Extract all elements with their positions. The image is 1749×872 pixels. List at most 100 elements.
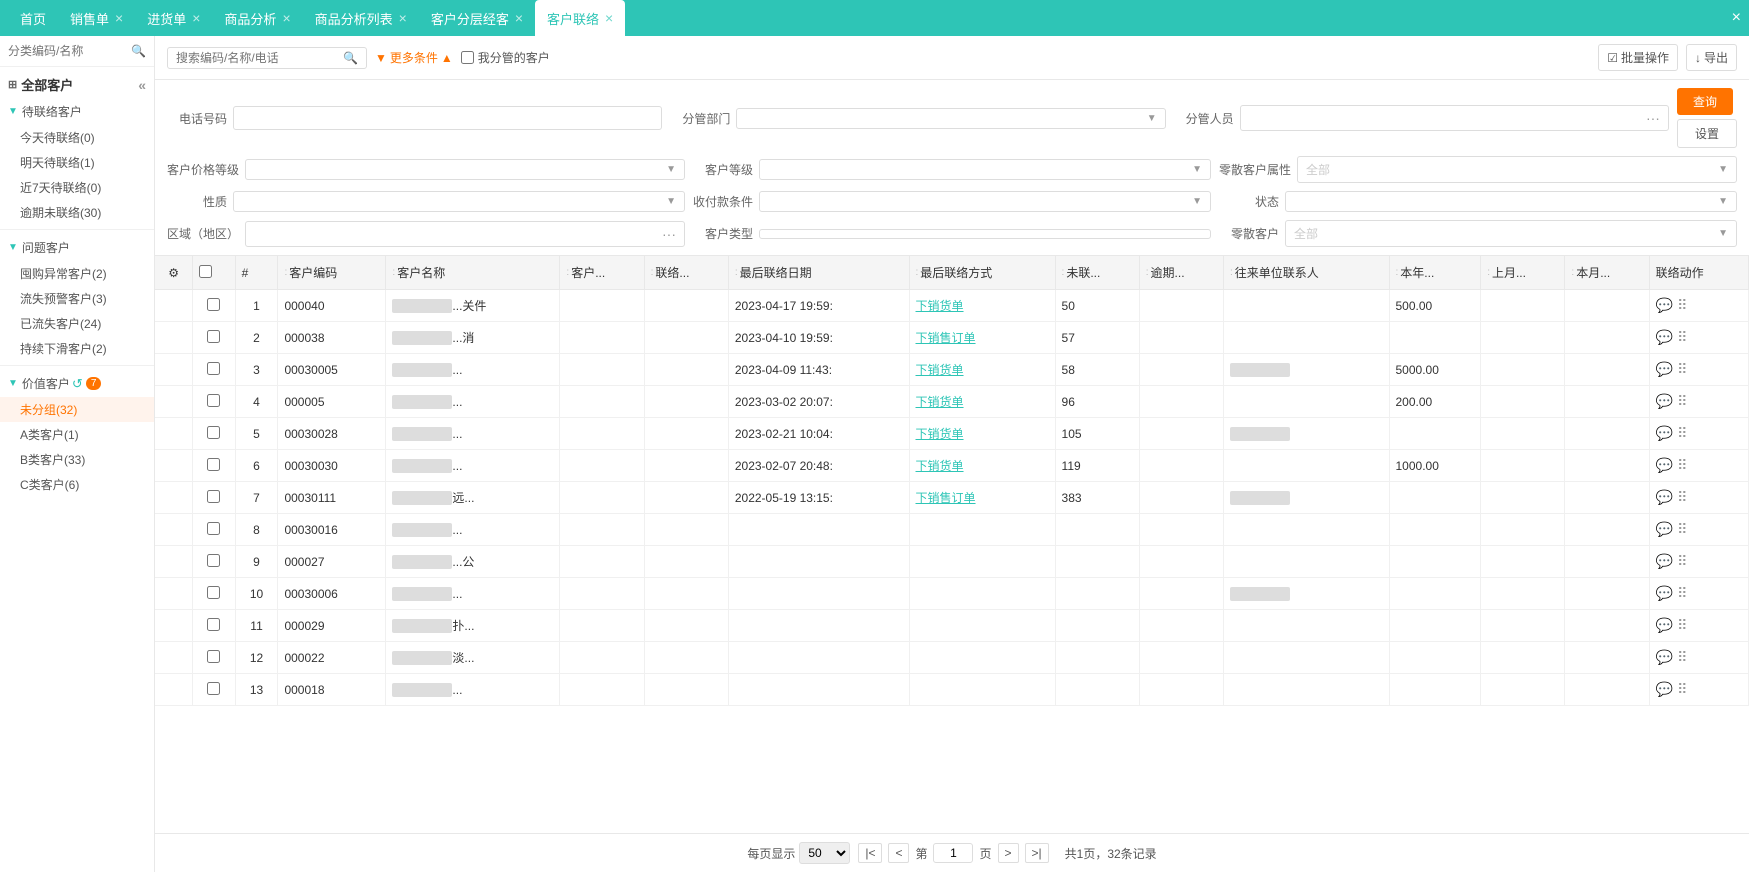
sidebar-item-declining[interactable]: 持续下滑客户(2) [0, 336, 154, 361]
sidebar-item-today[interactable]: 今天待联络(0) [0, 125, 154, 150]
row-last-method[interactable]: 下销售订单 [909, 322, 1055, 354]
tab-home[interactable]: 首页 [8, 0, 58, 36]
tab-product-list-close[interactable]: × [399, 10, 407, 26]
row-select-checkbox[interactable] [207, 394, 220, 407]
sidebar-item-churn-warning[interactable]: 流失预警客户(3) [0, 286, 154, 311]
chat-icon[interactable]: 💬 [1656, 297, 1673, 314]
query-btn[interactable]: 查询 [1677, 88, 1733, 115]
batch-operation-btn[interactable]: ☑ 批量操作 [1598, 44, 1678, 71]
chat-icon[interactable]: 💬 [1656, 521, 1673, 538]
row-last-method[interactable]: 下销售订单 [909, 482, 1055, 514]
tab-customer-segment[interactable]: 客户分层经客 × [419, 0, 535, 36]
prev-page-btn[interactable]: < [888, 843, 909, 863]
row-select-checkbox[interactable] [207, 426, 220, 439]
row-select-checkbox[interactable] [207, 330, 220, 343]
row-select-checkbox[interactable] [207, 586, 220, 599]
sidebar-item-tomorrow[interactable]: 明天待联络(1) [0, 150, 154, 175]
export-btn[interactable]: ↓ 导出 [1686, 44, 1737, 71]
page-size-select[interactable]: 50 100 200 [799, 842, 850, 864]
search-input[interactable] [176, 51, 343, 65]
tab-product-analysis[interactable]: 商品分析 × [212, 0, 302, 36]
tab-sales[interactable]: 销售单 × [58, 0, 135, 36]
first-page-btn[interactable]: |< [858, 843, 882, 863]
chat-icon[interactable]: 💬 [1656, 361, 1673, 378]
row-last-method[interactable]: 下销货单 [909, 418, 1055, 450]
tab-purchase-close[interactable]: × [192, 10, 200, 26]
status-select[interactable]: ▼ [1285, 191, 1737, 212]
retail-attr-select[interactable]: 全部 ▼ [1297, 156, 1737, 183]
chat-icon[interactable]: 💬 [1656, 617, 1673, 634]
row-select-checkbox[interactable] [207, 298, 220, 311]
sidebar-item-class-b[interactable]: B类客户(33) [0, 447, 154, 472]
person-select[interactable]: ··· [1240, 105, 1669, 131]
menu-icon[interactable]: ⠿ [1677, 489, 1687, 506]
chat-icon[interactable]: 💬 [1656, 681, 1673, 698]
row-last-method[interactable]: 下销货单 [909, 450, 1055, 482]
sidebar-search-icon[interactable]: 🔍 [131, 44, 146, 58]
sidebar-item-unclassified[interactable]: 未分组(32) [0, 397, 154, 422]
col-settings[interactable]: ⚙ [155, 256, 193, 290]
row-select-checkbox[interactable] [207, 522, 220, 535]
last-page-btn[interactable]: >| [1025, 843, 1049, 863]
reset-btn[interactable]: 设置 [1677, 119, 1737, 148]
sidebar-item-overdue[interactable]: 逾期未联络(30) [0, 200, 154, 225]
menu-icon[interactable]: ⠿ [1677, 297, 1687, 314]
tab-sales-close[interactable]: × [115, 10, 123, 26]
sidebar-item-class-a[interactable]: A类客户(1) [0, 422, 154, 447]
chat-icon[interactable]: 💬 [1656, 585, 1673, 602]
menu-icon[interactable]: ⠿ [1677, 553, 1687, 570]
value-customers-group[interactable]: ▼ 价值客户 ↺ 7 [0, 370, 154, 397]
chat-icon[interactable]: 💬 [1656, 553, 1673, 570]
row-last-method[interactable]: 下销货单 [909, 290, 1055, 322]
search-icon[interactable]: 🔍 [343, 51, 358, 65]
problem-customers-group[interactable]: ▼ 问题客户 [0, 234, 154, 261]
pending-contact-group[interactable]: ▼ 待联络客户 [0, 98, 154, 125]
menu-icon[interactable]: ⠿ [1677, 521, 1687, 538]
tab-product-list[interactable]: 商品分析列表 × [303, 0, 419, 36]
region-sep[interactable]: ··· [662, 226, 676, 242]
chat-icon[interactable]: 💬 [1656, 425, 1673, 442]
tab-product-analysis-close[interactable]: × [282, 10, 290, 26]
chat-icon[interactable]: 💬 [1656, 393, 1673, 410]
row-last-method[interactable]: 下销货单 [909, 386, 1055, 418]
row-select-checkbox[interactable] [207, 554, 220, 567]
menu-icon[interactable]: ⠿ [1677, 329, 1687, 346]
customer-type-select[interactable] [759, 229, 1211, 239]
close-all-tabs[interactable]: × [1732, 9, 1741, 27]
tab-purchase[interactable]: 进货单 × [135, 0, 212, 36]
row-select-checkbox[interactable] [207, 650, 220, 663]
menu-icon[interactable]: ⠿ [1677, 585, 1687, 602]
my-customer-checkbox[interactable] [461, 51, 474, 64]
gender-select[interactable]: ▼ [233, 191, 685, 212]
tab-customer-contact[interactable]: 客户联络 × [535, 0, 625, 36]
sidebar-item-abnormal[interactable]: 囤购异常客户(2) [0, 261, 154, 286]
page-input[interactable] [933, 843, 973, 863]
row-select-checkbox[interactable] [207, 362, 220, 375]
chat-icon[interactable]: 💬 [1656, 329, 1673, 346]
refresh-icon[interactable]: ↺ [72, 376, 83, 392]
person-sep[interactable]: ··· [1646, 110, 1660, 126]
customer-level-select[interactable]: ▼ [759, 159, 1211, 180]
more-conditions-btn[interactable]: ▼ 更多条件 ▲ [375, 49, 453, 66]
row-last-method[interactable]: 下销货单 [909, 354, 1055, 386]
menu-icon[interactable]: ⠿ [1677, 649, 1687, 666]
menu-icon[interactable]: ⠿ [1677, 681, 1687, 698]
menu-icon[interactable]: ⠿ [1677, 425, 1687, 442]
sidebar-search-input[interactable] [8, 44, 127, 58]
menu-icon[interactable]: ⠿ [1677, 393, 1687, 410]
chat-icon[interactable]: 💬 [1656, 649, 1673, 666]
next-page-btn[interactable]: > [998, 843, 1019, 863]
retail-customer-select[interactable]: 全部 ▼ [1285, 220, 1737, 247]
menu-icon[interactable]: ⠿ [1677, 617, 1687, 634]
dept-select[interactable]: ▼ [736, 108, 1165, 129]
region-select[interactable]: ··· [245, 221, 685, 247]
payment-select[interactable]: ▼ [759, 191, 1211, 212]
menu-icon[interactable]: ⠿ [1677, 457, 1687, 474]
tab-customer-segment-close[interactable]: × [515, 10, 523, 26]
menu-icon[interactable]: ⠿ [1677, 361, 1687, 378]
sidebar-item-7days[interactable]: 近7天待联络(0) [0, 175, 154, 200]
chat-icon[interactable]: 💬 [1656, 489, 1673, 506]
row-select-checkbox[interactable] [207, 618, 220, 631]
row-select-checkbox[interactable] [207, 458, 220, 471]
row-select-checkbox[interactable] [207, 490, 220, 503]
